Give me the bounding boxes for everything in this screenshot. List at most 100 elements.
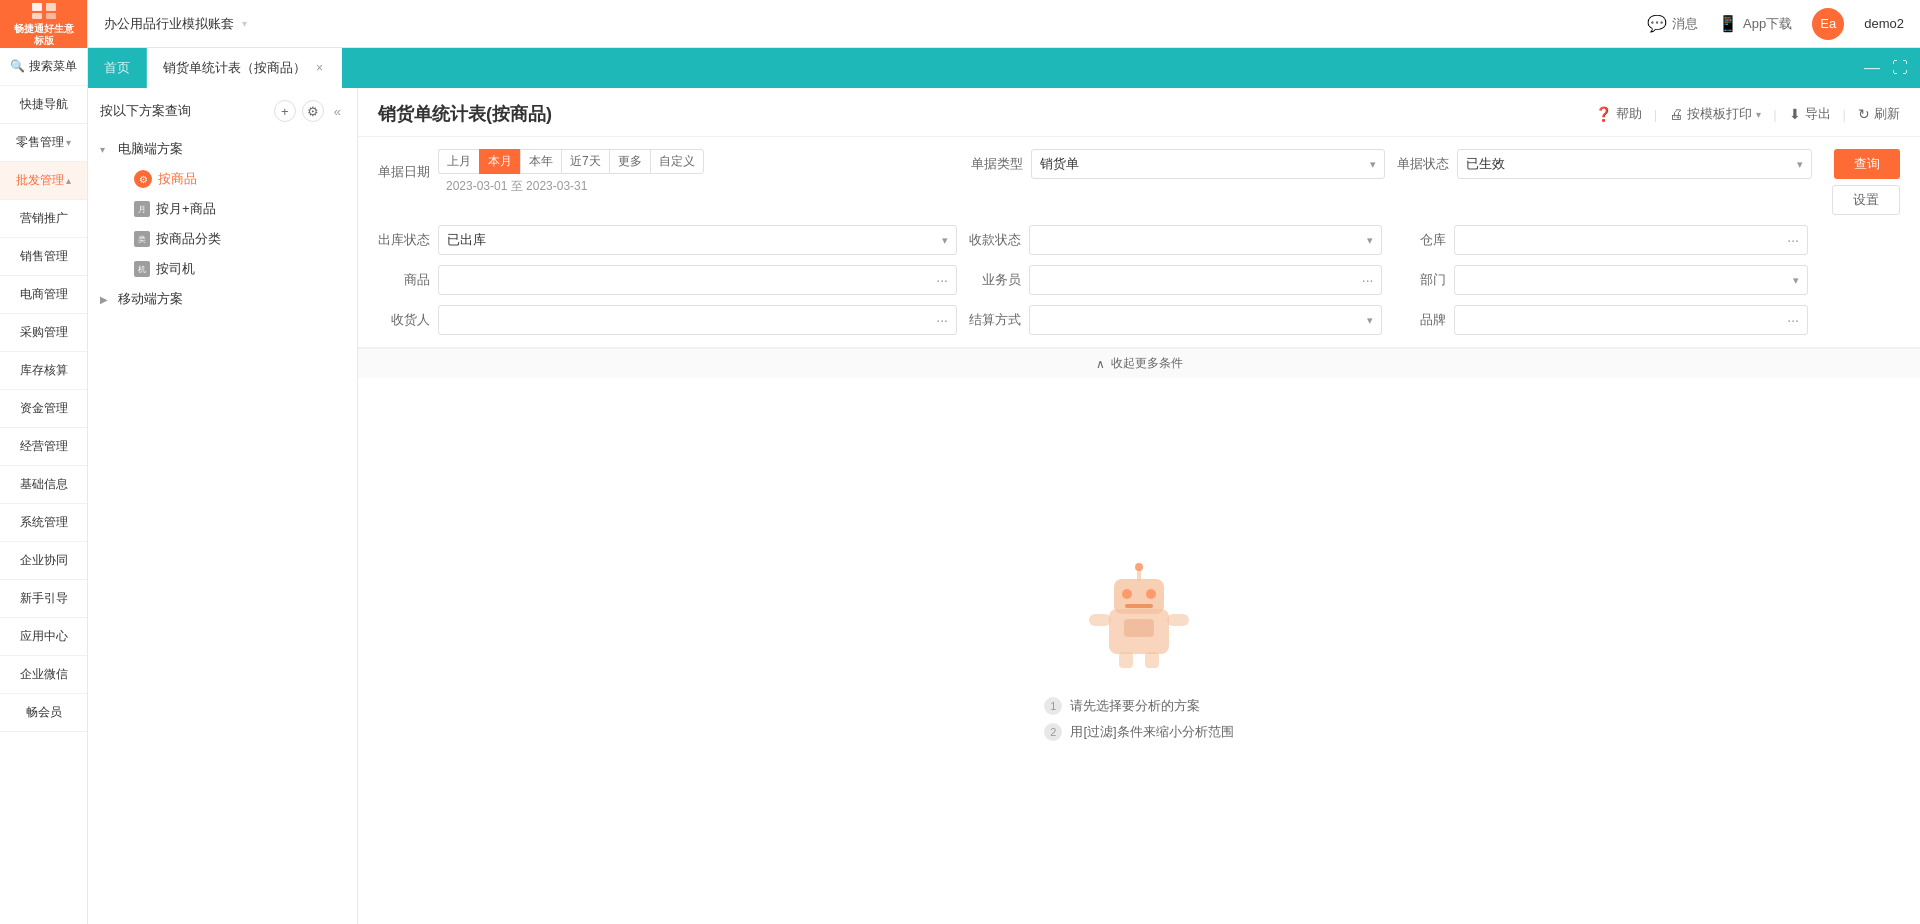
brand-dots-icon[interactable]: ··· xyxy=(1787,312,1799,328)
date-filter-buttons: 上月 本月 本年 近7天 更多 自定义 xyxy=(438,149,959,174)
scheme-driver-icon: 机 xyxy=(134,261,150,277)
sidebar-item-sales[interactable]: 销售管理 xyxy=(0,238,87,276)
doc-status-select[interactable]: 已生效 ▾ xyxy=(1457,149,1812,179)
tree-mobile-section[interactable]: ▶ 移动端方案 xyxy=(88,284,357,314)
date-btn-this-month[interactable]: 本月 xyxy=(479,149,520,174)
refresh-button[interactable]: ↻ 刷新 xyxy=(1858,105,1900,123)
tree-item-by-driver[interactable]: 机 按司机 xyxy=(88,254,357,284)
sidebar-item-wholesale[interactable]: 批发管理 ▴ xyxy=(0,162,87,200)
salesman-dots-icon[interactable]: ··· xyxy=(1362,272,1374,288)
sidebar-item-retail[interactable]: 零售管理 ▾ xyxy=(0,124,87,162)
department-select[interactable]: ▾ xyxy=(1454,265,1808,295)
tree-item-by-month-goods[interactable]: 月 按月+商品 xyxy=(88,194,357,224)
date-btn-more[interactable]: 更多 xyxy=(609,149,650,174)
svg-point-6 xyxy=(1122,589,1132,599)
sidebar-item-purchase[interactable]: 采购管理 xyxy=(0,314,87,352)
filter-area: 单据日期 上月 本月 本年 近7天 更多 自定义 2023-03-01 至 20… xyxy=(358,137,1920,348)
tab-sales-stats[interactable]: 销货单统计表（按商品） × xyxy=(147,48,342,88)
username[interactable]: demo2 xyxy=(1864,16,1904,31)
sidebar-item-wechat[interactable]: 企业微信 xyxy=(0,656,87,694)
goods-select[interactable]: ··· xyxy=(438,265,957,295)
doc-type-select[interactable]: 销货单 ▾ xyxy=(1031,149,1386,179)
tabbar-controls: — ⛶ xyxy=(1852,48,1920,88)
sidebar-item-marketing[interactable]: 营销推广 xyxy=(0,200,87,238)
add-scheme-button[interactable]: + xyxy=(274,100,296,122)
tab-close-icon[interactable]: × xyxy=(314,60,325,76)
recipient-select[interactable]: ··· xyxy=(438,305,957,335)
tree-item-by-goods[interactable]: ⚙ 按商品 xyxy=(88,164,357,194)
sidebar-item-ecommerce[interactable]: 电商管理 xyxy=(0,276,87,314)
svg-rect-2 xyxy=(32,13,42,19)
tab-minimize-icon[interactable]: — xyxy=(1860,55,1884,81)
avatar[interactable]: Ea xyxy=(1812,8,1844,40)
goods-dots-icon[interactable]: ··· xyxy=(936,272,948,288)
tree-item-by-category[interactable]: 类 按商品分类 xyxy=(88,224,357,254)
export-button[interactable]: ⬇ 导出 xyxy=(1789,105,1831,123)
breadcrumb-arrow-icon[interactable]: ▾ xyxy=(242,18,247,29)
doc-type-value: 销货单 xyxy=(1040,155,1371,173)
tab-fullscreen-icon[interactable]: ⛶ xyxy=(1888,55,1912,81)
chevron-up-icon: ▴ xyxy=(66,175,71,186)
breadcrumb: 办公用品行业模拟账套 ▾ xyxy=(104,15,1635,33)
scheme-active-icon: ⚙ xyxy=(134,170,152,188)
filter-settings-button[interactable]: 设置 xyxy=(1832,185,1900,215)
sidebar-item-basic-info[interactable]: 基础信息 xyxy=(0,466,87,504)
app-logo[interactable]: 畅捷通好生意 标版 xyxy=(0,0,87,48)
warehouse-dots-icon[interactable]: ··· xyxy=(1787,232,1799,248)
svg-rect-11 xyxy=(1089,614,1111,626)
sidebar-item-quick-nav[interactable]: 快捷导航 xyxy=(0,86,87,124)
doc-type-arrow-icon: ▾ xyxy=(1370,158,1376,171)
help-icon: ❓ xyxy=(1595,106,1612,122)
page-title-actions: ❓ 帮助 | 🖨 按模板打印 ▾ | ⬇ 导出 | xyxy=(1595,105,1900,123)
tab-home[interactable]: 首页 xyxy=(88,48,147,88)
sidebar-item-operations[interactable]: 经营管理 xyxy=(0,428,87,466)
message-icon: 💬 xyxy=(1647,14,1667,33)
main-area: 办公用品行业模拟账套 ▾ 💬 消息 📱 App下载 Ea demo2 首页 销货… xyxy=(88,0,1920,924)
page-title-bar: 销货单统计表(按商品) ❓ 帮助 | 🖨 按模板打印 ▾ | ⬇ xyxy=(358,88,1920,137)
print-button[interactable]: 🖨 按模板打印 ▾ xyxy=(1669,105,1761,123)
sidebar-item-member[interactable]: 畅会员 xyxy=(0,694,87,732)
payment-status-filter: 收款状态 ▾ xyxy=(969,225,1383,255)
brand-select[interactable]: ··· xyxy=(1454,305,1808,335)
date-btn-this-year[interactable]: 本年 xyxy=(520,149,561,174)
message-button[interactable]: 💬 消息 xyxy=(1647,14,1698,33)
tree-section: ▾ 电脑端方案 ⚙ 按商品 月 按月+商品 类 xyxy=(88,130,357,318)
date-btn-custom[interactable]: 自定义 xyxy=(650,149,704,174)
collapse-bar[interactable]: ∧ 收起更多条件 xyxy=(358,348,1920,378)
empty-steps: 1 请先选择要分析的方案 2 用[过滤]条件来缩小分析范围 xyxy=(1044,697,1233,749)
tree-mobile-arrow-icon: ▶ xyxy=(100,294,112,305)
page-content: 按以下方案查询 + ⚙ « ▾ 电脑端方案 ⚙ 按商品 xyxy=(88,88,1920,924)
collapse-panel-button[interactable]: « xyxy=(330,102,345,121)
sidebar-item-appcenter[interactable]: 应用中心 xyxy=(0,618,87,656)
warehouse-status-select[interactable]: 已出库 ▾ xyxy=(438,225,957,255)
settings-scheme-button[interactable]: ⚙ xyxy=(302,100,324,122)
date-btn-last-month[interactable]: 上月 xyxy=(438,149,479,174)
app-download-button[interactable]: 📱 App下载 xyxy=(1718,14,1792,33)
app-name: 畅捷通好生意 xyxy=(14,23,74,35)
sidebar-item-system[interactable]: 系统管理 xyxy=(0,504,87,542)
page-title: 销货单统计表(按商品) xyxy=(378,102,552,126)
svg-point-10 xyxy=(1135,563,1143,571)
sidebar-item-guide[interactable]: 新手引导 xyxy=(0,580,87,618)
doc-status-filter: 单据状态 已生效 ▾ xyxy=(1397,149,1812,179)
tree-by-category-label: 按商品分类 xyxy=(156,230,221,248)
recipient-dots-icon[interactable]: ··· xyxy=(936,312,948,328)
sidebar-search[interactable]: 🔍 搜索菜单 xyxy=(0,48,87,86)
sidebar-item-inventory[interactable]: 库存核算 xyxy=(0,352,87,390)
tree-desktop-section[interactable]: ▾ 电脑端方案 xyxy=(88,134,357,164)
salesman-select[interactable]: ··· xyxy=(1029,265,1383,295)
empty-robot-svg xyxy=(1079,554,1199,674)
payment-status-select[interactable]: ▾ xyxy=(1029,225,1383,255)
settlement-select[interactable]: ▾ xyxy=(1029,305,1383,335)
print-icon: 🖨 xyxy=(1669,106,1683,122)
sidebar-item-enterprise[interactable]: 企业协同 xyxy=(0,542,87,580)
brand-filter: 品牌 ··· xyxy=(1394,305,1808,335)
query-button[interactable]: 查询 xyxy=(1834,149,1900,179)
left-panel-title: 按以下方案查询 xyxy=(100,102,191,120)
tree-by-driver-label: 按司机 xyxy=(156,260,195,278)
help-button[interactable]: ❓ 帮助 xyxy=(1595,105,1642,123)
goods-filter: 商品 ··· xyxy=(378,265,957,295)
sidebar-item-finance[interactable]: 资金管理 xyxy=(0,390,87,428)
date-btn-7days[interactable]: 近7天 xyxy=(561,149,609,174)
warehouse-select[interactable]: ··· xyxy=(1454,225,1808,255)
